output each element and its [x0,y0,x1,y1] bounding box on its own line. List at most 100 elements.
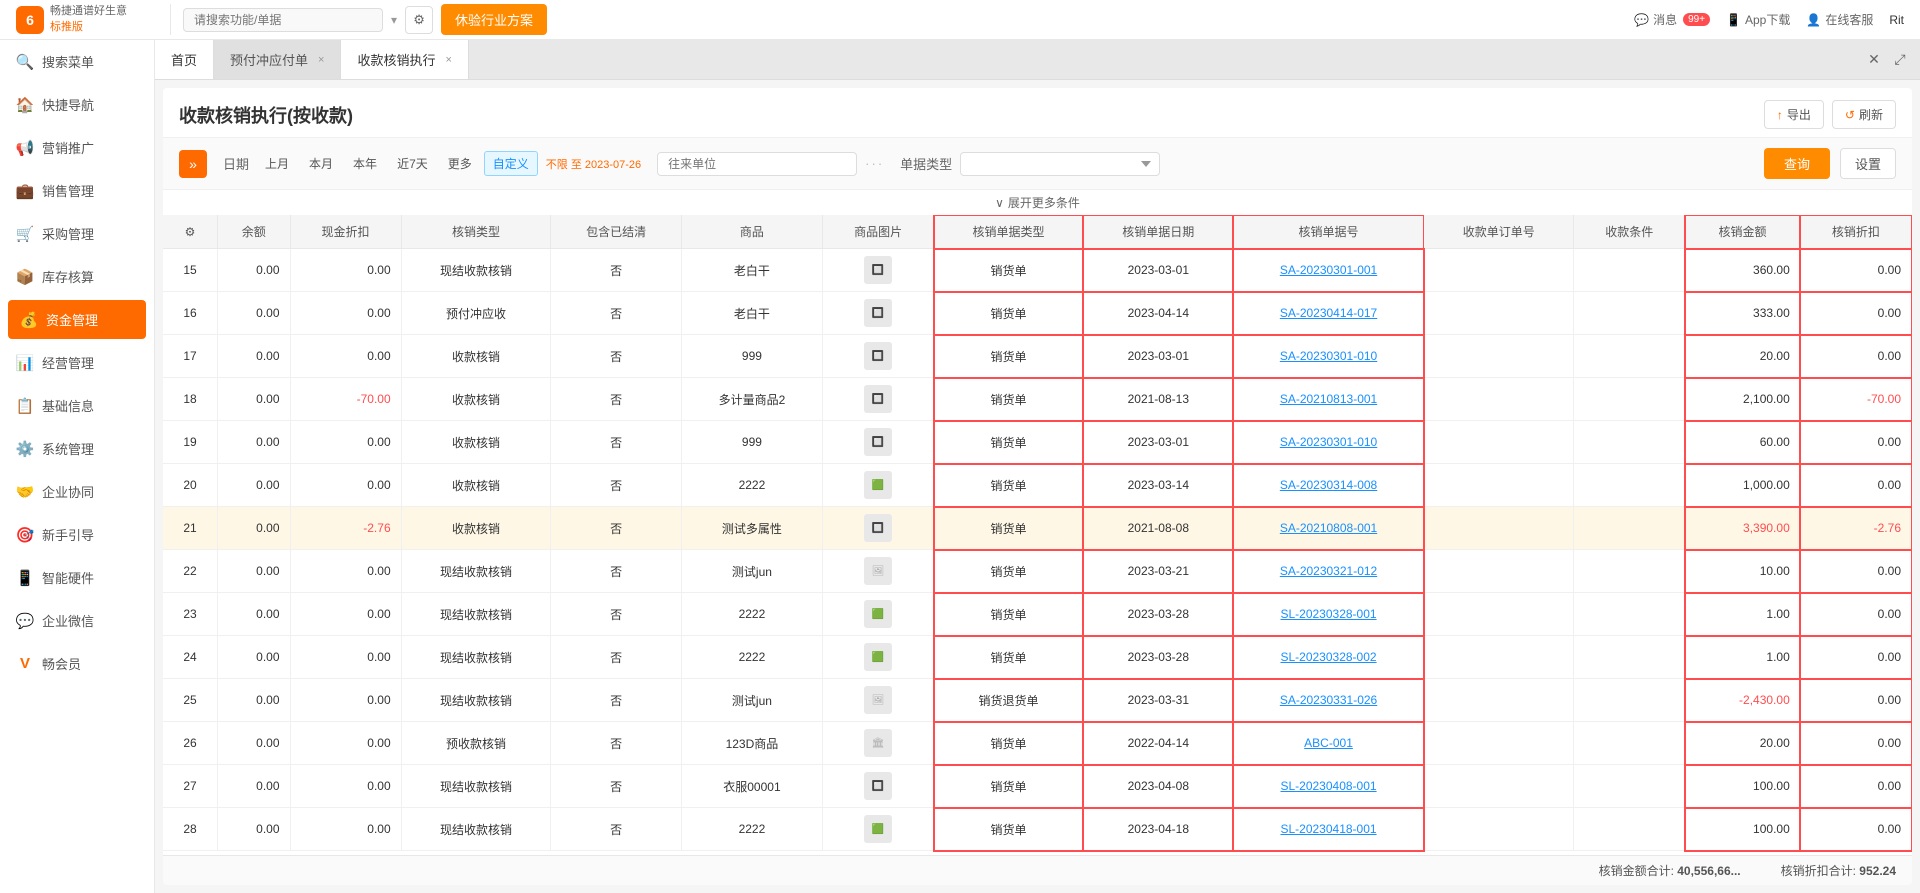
table-row: 16 0.00 0.00 预付冲应收 否 老白干 🔲 销货单 2023-04-1… [163,292,1912,335]
sidebar-item-newbie[interactable]: 🎯 新手引导 [0,513,154,556]
table-wrapper[interactable]: ⚙ 余额 现金折扣 核销类型 包含已结清 商品 商品图片 核销单据类型 核销单据… [163,215,1912,855]
cell-cash-discount: 0.00 [290,335,401,378]
cell-write-off-number[interactable]: SL-20230418-001 [1233,808,1424,851]
sidebar-item-quick-nav[interactable]: 🏠 快捷导航 [0,83,154,126]
cell-write-off-number[interactable]: SL-20230328-002 [1233,636,1424,679]
cell-write-off-number[interactable]: SA-20230414-017 [1233,292,1424,335]
col-header-seq: ⚙ [163,215,218,249]
cell-write-off-amount: 60.00 [1685,421,1800,464]
sidebar-item-marketing[interactable]: 📢 营销推广 [0,126,154,169]
industry-btn[interactable]: 休验行业方案 [441,4,547,35]
sidebar-item-vip[interactable]: V 畅会员 [0,642,154,685]
cell-write-off-number[interactable]: SA-20210813-001 [1233,378,1424,421]
header-actions: ↑ 导出 ↺ 刷新 [1764,100,1896,129]
cell-write-off-number[interactable]: SA-20230301-010 [1233,335,1424,378]
top-center: ▾ ⚙ 休验行业方案 [183,4,1622,35]
cell-product: 多计量商品2 [681,378,822,421]
maximize-btn[interactable]: ⤢ [1888,48,1912,72]
sidebar-item-system[interactable]: ⚙️ 系统管理 [0,427,154,470]
sidebar-item-corp-collab[interactable]: 🤝 企业协同 [0,470,154,513]
sidebar-item-inventory[interactable]: 📦 库存核算 [0,255,154,298]
online-service-btn[interactable]: 👤 在线客服 [1806,11,1873,28]
sidebar-item-search[interactable]: 🔍 搜索菜单 [0,40,154,83]
cell-cash-discount: 0.00 [290,679,401,722]
date-last-month[interactable]: 上月 [257,152,297,175]
date-range-display: 不限 至 2023-07-26 [546,156,641,172]
cell-write-off-number[interactable]: SA-20230314-008 [1233,464,1424,507]
cell-receipt-condition [1574,550,1685,593]
cell-cash-discount: 0.00 [290,249,401,292]
cell-include-settled: 否 [551,636,681,679]
cell-product-img: 🔲 [823,765,934,808]
cell-write-off-number[interactable]: SA-20230301-010 [1233,421,1424,464]
app-download-btn[interactable]: 📱 App下载 [1726,11,1790,28]
search-input[interactable] [183,8,383,32]
table-footer: 核销金额合计: 40,556,66... 核销折扣合计: 952.24 [163,855,1912,885]
date-label: 日期 [223,154,249,173]
partner-input[interactable] [657,152,857,176]
date-this-year[interactable]: 本年 [345,152,385,175]
refresh-btn[interactable]: ↺ 刷新 [1832,100,1896,129]
settings-icon[interactable]: ⚙ [405,6,433,34]
settings-btn[interactable]: 设置 [1840,148,1896,179]
cell-balance: 0.00 [218,421,290,464]
tab-prepay[interactable]: 预付冲应付单 × [214,40,341,79]
cell-write-off-amount: 20.00 [1685,722,1800,765]
sidebar-item-capital[interactable]: 💰 资金管理 [8,300,146,339]
cell-write-off-amount: 10.00 [1685,550,1800,593]
date-7days[interactable]: 近7天 [389,152,436,175]
date-this-month[interactable]: 本月 [301,152,341,175]
cell-cash-discount: 0.00 [290,421,401,464]
cell-write-off-number[interactable]: SL-20230408-001 [1233,765,1424,808]
cell-write-off-date: 2023-03-01 [1083,335,1233,378]
total-amount: 核销金额合计: 40,556,66... [1599,862,1741,879]
messages-btn[interactable]: 💬 消息 99+ [1634,11,1710,28]
date-custom[interactable]: 自定义 [484,151,538,176]
cell-include-settled: 否 [551,507,681,550]
cell-cash-discount: 0.00 [290,636,401,679]
tab-bar: 首页 预付冲应付单 × 收款核销执行 × ✕ ⤢ [155,40,1920,80]
tab-receipt-write-off[interactable]: 收款核销执行 × [341,40,468,79]
cell-write-off-number[interactable]: SA-20230301-001 [1233,249,1424,292]
close-prepay-tab[interactable]: × [318,54,324,66]
collab-icon: 🤝 [16,483,34,501]
cell-write-off-number[interactable]: SL-20230328-001 [1233,593,1424,636]
cell-cash-discount: 0.00 [290,765,401,808]
cell-write-off-number[interactable]: SA-20230331-026 [1233,679,1424,722]
cell-write-off-number[interactable]: SA-20210808-001 [1233,507,1424,550]
expand-more-btn[interactable]: ∨ 展开更多条件 [163,190,1912,215]
filter-expand-btn[interactable]: » [179,150,207,178]
cell-balance: 0.00 [218,550,290,593]
table-row: 28 0.00 0.00 现结收款核销 否 2222 🟩 销货单 2023-04… [163,808,1912,851]
cell-write-off-date: 2023-03-28 [1083,593,1233,636]
cell-receipt-condition [1574,507,1685,550]
sidebar-item-operations[interactable]: 📊 经营管理 [0,341,154,384]
query-btn[interactable]: 查询 [1764,148,1830,179]
partner-filter-group: ··· [657,152,884,176]
user-profile[interactable]: Rit [1889,13,1904,27]
cell-write-off-amount: 360.00 [1685,249,1800,292]
cell-write-off-number[interactable]: SA-20230321-012 [1233,550,1424,593]
table-row: 24 0.00 0.00 现结收款核销 否 2222 🟩 销货单 2023-03… [163,636,1912,679]
bill-type-select[interactable] [960,152,1160,176]
close-receipt-tab[interactable]: × [445,54,451,66]
sidebar-item-sales[interactable]: 💼 销售管理 [0,169,154,212]
cell-seq: 20 [163,464,218,507]
inventory-icon: 📦 [16,268,34,286]
cell-write-off-bill-type: 销货单 [934,722,1084,765]
tab-home[interactable]: 首页 [155,40,214,79]
cell-write-off-discount: 0.00 [1800,765,1911,808]
sidebar-item-purchase[interactable]: 🛒 采购管理 [0,212,154,255]
cell-write-off-discount: 0.00 [1800,464,1911,507]
cell-write-off-number[interactable]: ABC-001 [1233,722,1424,765]
sidebar-item-basic-info[interactable]: 📋 基础信息 [0,384,154,427]
dropdown-arrow-icon[interactable]: ▾ [391,13,397,27]
cell-write-off-date: 2022-04-14 [1083,722,1233,765]
sidebar-item-wechat[interactable]: 💬 企业微信 [0,599,154,642]
cell-balance: 0.00 [218,507,290,550]
sidebar-item-smart-hw[interactable]: 📱 智能硬件 [0,556,154,599]
export-btn[interactable]: ↑ 导出 [1764,100,1824,129]
close-window-btn[interactable]: ✕ [1862,48,1886,72]
cell-product-img: 🔲 [823,378,934,421]
date-more[interactable]: 更多 [440,152,480,175]
